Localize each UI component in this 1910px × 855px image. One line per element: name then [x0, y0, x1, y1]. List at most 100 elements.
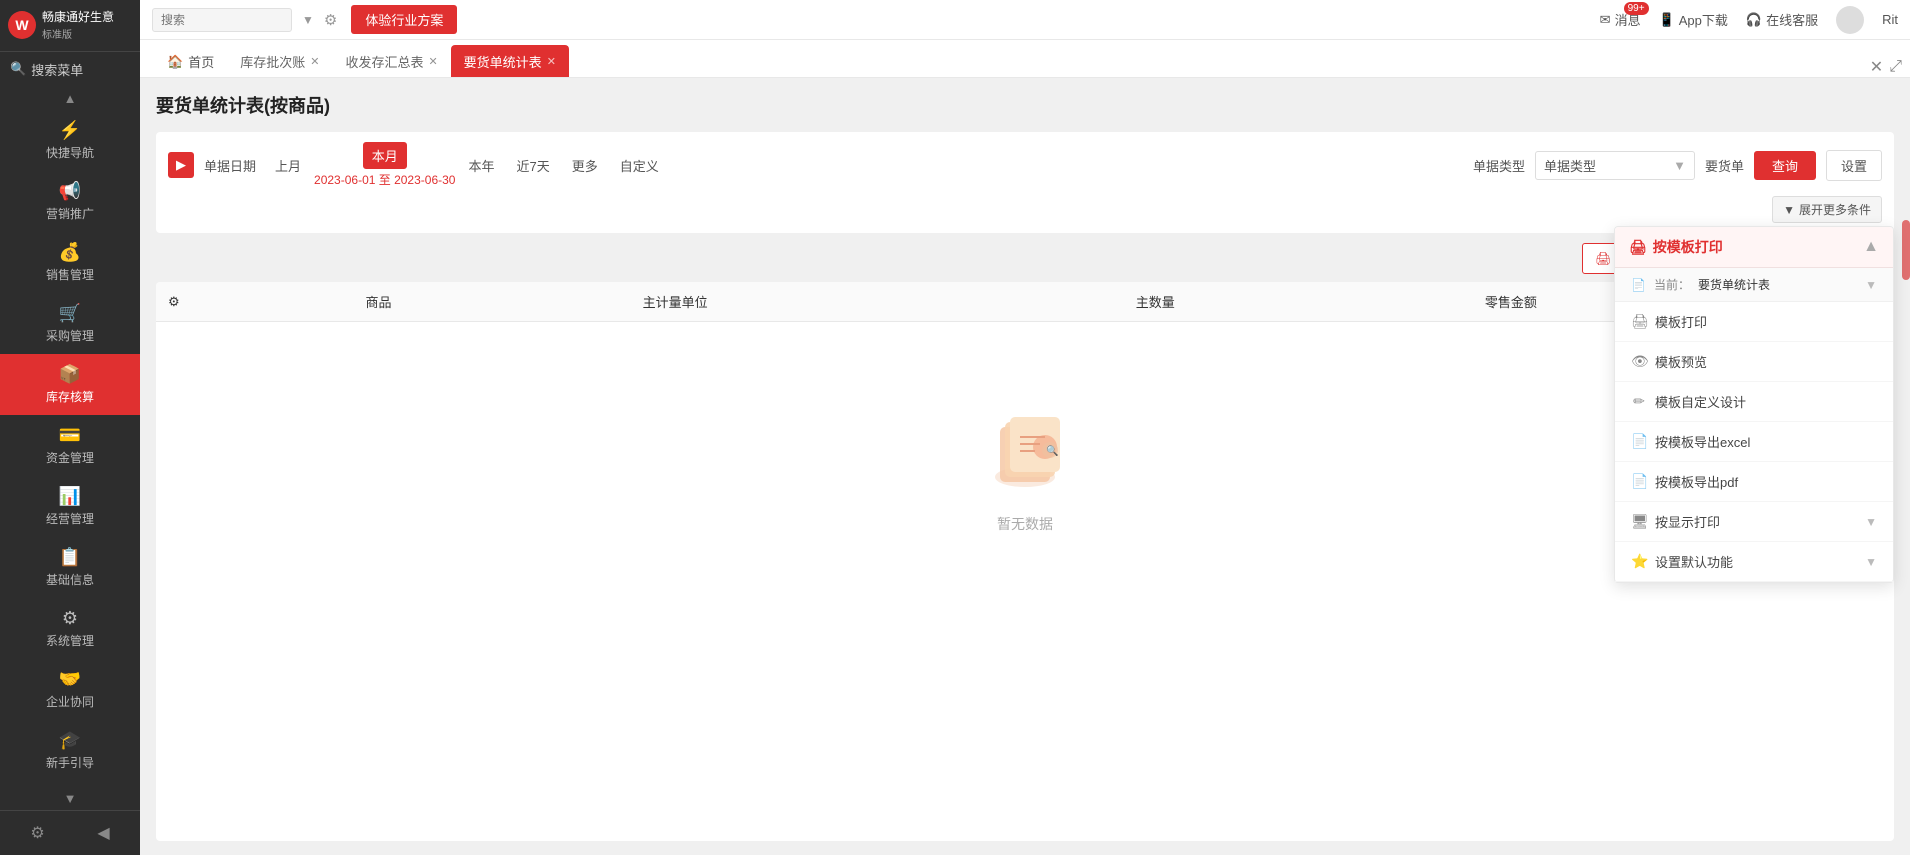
search-icon: 🔍: [10, 61, 26, 77]
message-icon: ✉: [1600, 12, 1611, 28]
close-all-tabs-btn[interactable]: ✕: [1870, 57, 1883, 77]
dropdown-item-export-pdf[interactable]: 📄 按模板导出pdf: [1615, 462, 1893, 502]
search-menu-label: 搜索菜单: [31, 60, 83, 79]
display-print-icon: 🖥: [1631, 513, 1647, 530]
tabs-right-controls: ✕ ⤢: [1870, 57, 1910, 77]
dropdown-item-template-design[interactable]: ✏ 模板自定义设计: [1615, 382, 1893, 422]
dropdown-item-display-print[interactable]: 🖥 按显示打印 ▼: [1615, 502, 1893, 542]
print-icon: 🖨: [1595, 251, 1612, 267]
settings-btn[interactable]: 设置: [1826, 150, 1882, 181]
sidebar-item-label: 库存核算: [46, 388, 94, 405]
tab-order-summary[interactable]: 要货单统计表 ✕: [451, 45, 569, 77]
online-service-btn[interactable]: 🎧 在线客服: [1746, 10, 1818, 29]
tab-home[interactable]: 🏠 首页: [154, 45, 227, 77]
dropdown-item-template-preview[interactable]: 👁 模板预览: [1615, 342, 1893, 382]
scrollbar-thumb[interactable]: [1902, 220, 1910, 280]
tab-inventory-batch[interactable]: 库存批次账 ✕: [227, 45, 332, 77]
avatar-img: [1836, 6, 1864, 34]
tab-close-inventory-batch[interactable]: ✕: [310, 55, 319, 68]
set-default-arrow-icon: ▼: [1865, 555, 1877, 569]
dropdown-item-set-default[interactable]: ⭐ 设置默认功能 ▼: [1615, 542, 1893, 582]
template-preview-icon: 👁: [1631, 353, 1647, 370]
sidebar-item-quick-nav[interactable]: ⚡ 快捷导航: [0, 110, 140, 171]
date-custom-btn[interactable]: 自定义: [611, 152, 668, 179]
topbar-gear-icon[interactable]: ⚙: [324, 11, 337, 29]
query-btn[interactable]: 查询: [1754, 151, 1816, 180]
sidebar-item-basic-info[interactable]: 📋 基础信息: [0, 537, 140, 598]
page-title: 要货单统计表(按商品): [156, 92, 1894, 118]
page-content: 要货单统计表(按商品) ▶ 单据日期 上月 本月 2023-06-01 至 20…: [140, 78, 1910, 855]
sidebar-item-label: 采购管理: [46, 327, 94, 344]
sidebar: W 畅康通好生意 标准版 🔍 搜索菜单 ▲ ⚡ 快捷导航 📢 营销推广 💰 销售…: [0, 0, 140, 855]
order-type-select[interactable]: 单据类型 ▼: [1535, 151, 1695, 180]
maximize-btn[interactable]: ⤢: [1889, 58, 1902, 76]
this-month-group: 本月 2023-06-01 至 2023-06-30: [314, 142, 455, 188]
current-template-arrow-icon: ▼: [1865, 278, 1877, 292]
sidebar-item-purchase[interactable]: 🛒 采购管理: [0, 293, 140, 354]
order-type-value: 单据类型: [1544, 156, 1596, 175]
app-name: 畅康通好生意: [42, 10, 114, 26]
app-edition: 标准版: [42, 26, 114, 41]
dropdown-close-btn[interactable]: ▲: [1863, 238, 1879, 256]
topbar-search-input[interactable]: [152, 8, 292, 32]
inventory-batch-label: 库存批次账: [240, 52, 305, 71]
filter-row-1: ▶ 单据日期 上月 本月 2023-06-01 至 2023-06-30 本年 …: [168, 142, 1882, 188]
expand-more-conditions-btn[interactable]: ▼ 展开更多条件: [1772, 196, 1882, 223]
search-menu-btn[interactable]: 🔍 搜索菜单: [0, 52, 140, 87]
sidebar-item-label: 营销推广: [46, 205, 94, 222]
sidebar-item-operations[interactable]: 📊 经营管理: [0, 476, 140, 537]
online-service-label: 在线客服: [1766, 10, 1818, 29]
date-this-year-btn[interactable]: 本年: [459, 152, 503, 179]
dropdown-current-template[interactable]: 📄 当前： 要货单统计表 ▼: [1615, 268, 1893, 302]
current-template-icon: 📄: [1631, 278, 1646, 292]
column-unit: 主计量单位: [631, 282, 1124, 322]
sidebar-item-label: 资金管理: [46, 449, 94, 466]
sidebar-item-label: 系统管理: [46, 632, 94, 649]
dropdown-item-template-print[interactable]: 🖨 模板打印: [1615, 302, 1893, 342]
sidebar-item-system[interactable]: ⚙ 系统管理: [0, 598, 140, 659]
collapse-sidebar-btn[interactable]: ◀: [93, 819, 113, 847]
trial-industry-btn[interactable]: 体验行业方案: [351, 5, 457, 34]
app-download-btn[interactable]: 📱 App下载: [1659, 10, 1728, 29]
tab-receipt-summary[interactable]: 收发存汇总表 ✕: [332, 45, 450, 77]
dropdown-item-export-excel[interactable]: 📄 按模板导出excel: [1615, 422, 1893, 462]
sidebar-item-enterprise[interactable]: 🤝 企业协同: [0, 659, 140, 720]
app-download-label: App下载: [1679, 10, 1728, 29]
print-dropdown-menu: 🖨 按模板打印 ▲ 📄 当前： 要货单统计表 ▼ 🖨 模板打印 👁 模板预览: [1614, 226, 1894, 583]
sidebar-item-sales[interactable]: 💰 销售管理: [0, 232, 140, 293]
date-this-month-btn[interactable]: 本月: [363, 142, 407, 169]
column-gear[interactable]: ⚙: [156, 282, 354, 322]
filter-bar: ▶ 单据日期 上月 本月 2023-06-01 至 2023-06-30 本年 …: [156, 132, 1894, 233]
date-last-7-btn[interactable]: 近7天: [507, 152, 558, 179]
filter-toggle-btn[interactable]: ▶: [168, 152, 194, 178]
dropdown-title-group: 🖨 按模板打印: [1629, 237, 1723, 257]
column-quantity: 主数量: [1124, 282, 1473, 322]
set-default-label: 设置默认功能: [1655, 552, 1733, 571]
tab-close-order-summary[interactable]: ✕: [547, 55, 556, 68]
messages-badge: 99+: [1624, 2, 1649, 15]
date-last-month-btn[interactable]: 上月: [266, 152, 310, 179]
sales-icon: 💰: [59, 242, 81, 263]
download-icon: 📱: [1659, 12, 1675, 28]
home-tab-label: 首页: [188, 52, 214, 71]
receipt-summary-label: 收发存汇总表: [345, 52, 423, 71]
messages-btn[interactable]: ✉ 消息 99+: [1600, 10, 1641, 29]
user-avatar[interactable]: [1836, 6, 1864, 34]
date-filter-label: 单据日期: [204, 156, 256, 175]
date-more-btn[interactable]: 更多: [563, 152, 607, 179]
filter-expand-row: ▼ 展开更多条件: [168, 196, 1882, 223]
sidebar-item-inventory[interactable]: 📦 库存核算: [0, 354, 140, 415]
empty-illustration: 🔍: [975, 402, 1075, 502]
dropdown-header: 🖨 按模板打印 ▲: [1615, 227, 1893, 268]
topbar-search-arrow[interactable]: ▼: [302, 13, 314, 27]
sidebar-item-beginner[interactable]: 🎓 新手引导: [0, 720, 140, 781]
sidebar-item-marketing[interactable]: 📢 营销推广: [0, 171, 140, 232]
sidebar-scroll-down[interactable]: ▼: [0, 787, 140, 810]
settings-btn[interactable]: ⚙: [26, 819, 48, 847]
sidebar-item-finance[interactable]: 💳 资金管理: [0, 415, 140, 476]
tab-close-receipt-summary[interactable]: ✕: [428, 55, 437, 68]
logo-icon: W: [8, 11, 36, 39]
service-icon: 🎧: [1746, 12, 1762, 28]
sidebar-scroll-up[interactable]: ▲: [0, 87, 140, 110]
sidebar-item-label: 销售管理: [46, 266, 94, 283]
